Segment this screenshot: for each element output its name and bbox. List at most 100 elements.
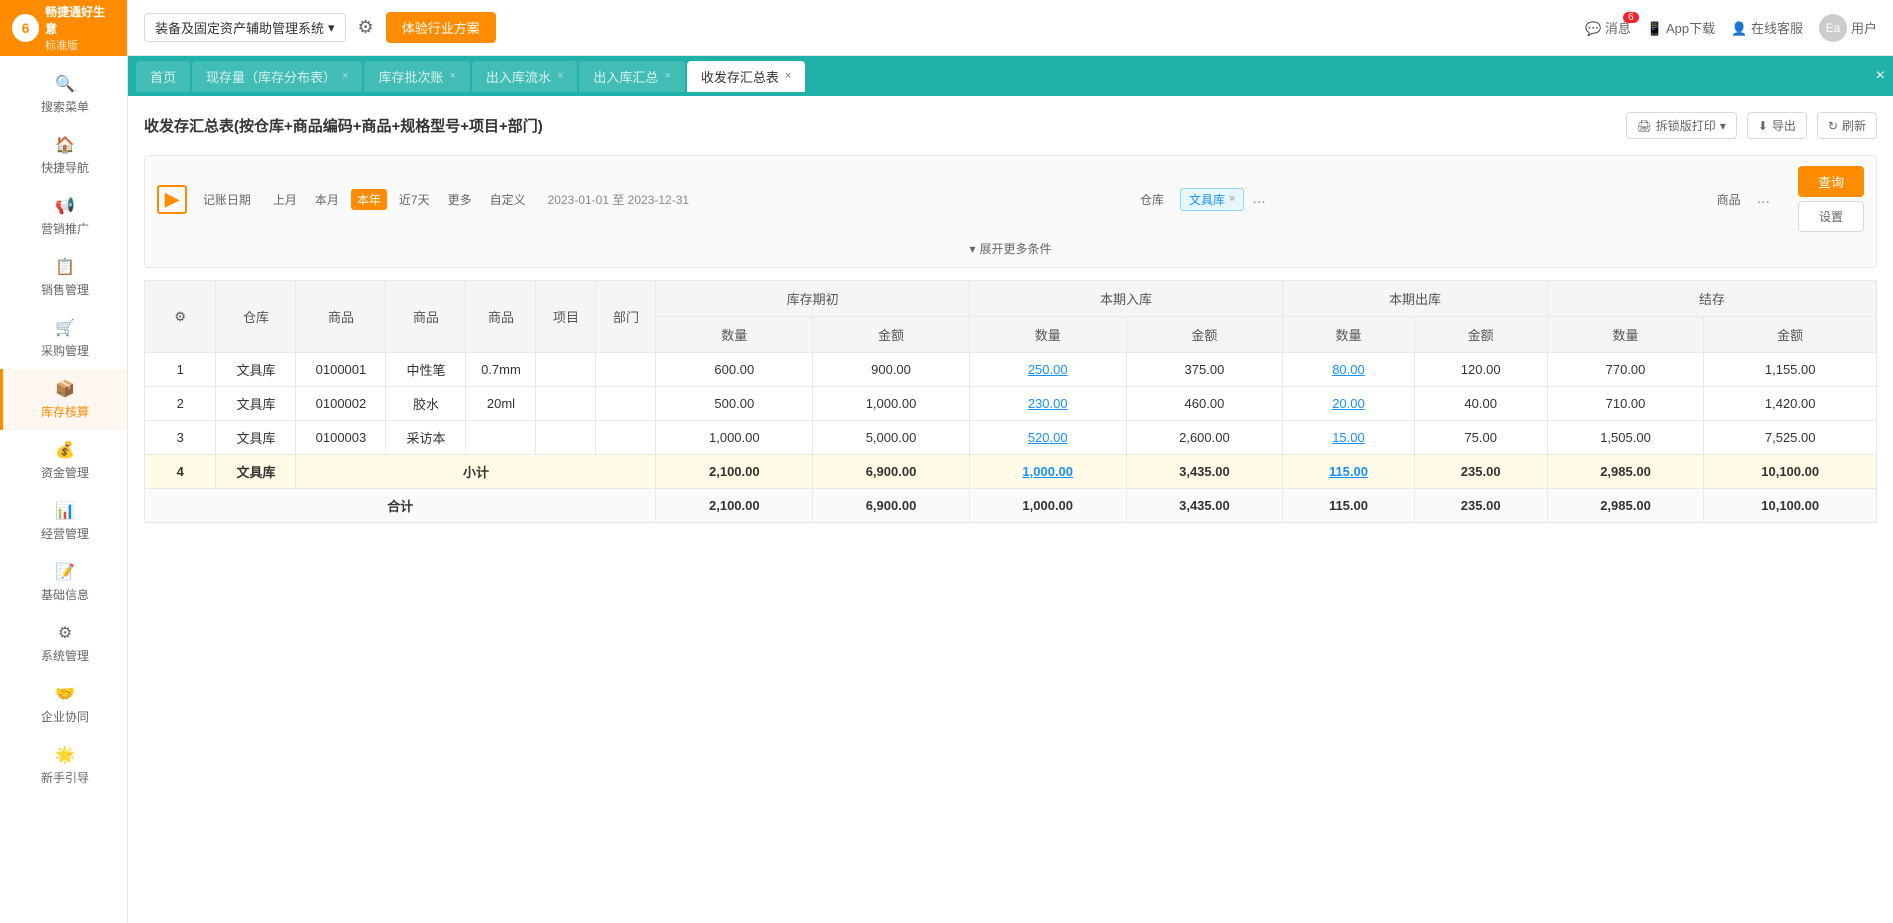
message-badge: 6 (1623, 12, 1639, 23)
warehouse-tag-close-icon[interactable]: × (1229, 193, 1235, 205)
goods-more-icon[interactable]: ... (1757, 190, 1770, 208)
filter-settings-button[interactable]: 设置 (1798, 201, 1864, 232)
tab-close-summary[interactable]: × (664, 70, 670, 82)
sidebar-item-quicknav[interactable]: 🏠快捷导航 (0, 125, 127, 186)
purchase-icon: 🛒 (55, 318, 75, 338)
content-area: 收发存汇总表(按仓库+商品编码+商品+规格型号+项目+部门) 🖨 拆锁版打印 ▾… (128, 96, 1893, 923)
row-out-qty[interactable]: 20.00 (1283, 387, 1414, 421)
trial-button[interactable]: 体验行业方案 (386, 12, 496, 43)
sidebar-item-system[interactable]: ⚙系统管理 (0, 613, 127, 674)
print-button[interactable]: 🖨 拆锁版打印 ▾ (1626, 112, 1737, 139)
row-in-amt: 375.00 (1126, 353, 1283, 387)
tab-batch[interactable]: 库存批次账 × (364, 61, 469, 92)
sidebar-item-search[interactable]: 🔍搜索菜单 (0, 64, 127, 125)
sidebar-item-label-guide: 新手引导 (41, 769, 89, 786)
warehouse-tag[interactable]: 文具库 × (1180, 188, 1244, 211)
sidebar: 6 畅捷通好生意 标准版 🔍搜索菜单🏠快捷导航📢营销推广📋销售管理🛒采购管理📦库… (0, 0, 128, 923)
sidebar-item-operation[interactable]: 📊经营管理 (0, 491, 127, 552)
tab-label-batch: 库存批次账 (378, 67, 443, 86)
project-col-header: 项目 (536, 281, 596, 353)
row-out-qty[interactable]: 15.00 (1283, 421, 1414, 455)
dept-col-header: 部门 (596, 281, 656, 353)
logo-icon: 6 (12, 14, 39, 42)
tab-home[interactable]: 首页 (136, 61, 190, 92)
sidebar-item-collab[interactable]: 🤝企业协同 (0, 674, 127, 735)
row-project (536, 387, 596, 421)
tab-close-recv-summary[interactable]: × (785, 70, 791, 82)
subtotal-init-amt: 6,900.00 (813, 455, 970, 489)
sidebar-item-label-collab: 企业协同 (41, 708, 89, 725)
row-in-qty[interactable]: 520.00 (969, 421, 1126, 455)
row-name: 中性笔 (386, 353, 466, 387)
tab-recv-summary[interactable]: 收发存汇总表× (687, 61, 805, 92)
tab-flow[interactable]: 出入库流水 × (472, 61, 577, 92)
date-option-btn[interactable]: 本月 (309, 189, 345, 210)
bal-qty-header: 数量 (1547, 317, 1704, 353)
row-init-qty: 600.00 (656, 353, 813, 387)
subtotal-out-amt: 235.00 (1414, 455, 1547, 489)
sidebar-item-base[interactable]: 📝基础信息 (0, 552, 127, 613)
table-row: 1 文具库 0100001 中性笔 0.7mm 600.00 900.00 25… (145, 353, 1877, 387)
expand-filter-button[interactable]: ▾ 展开更多条件 (969, 240, 1051, 257)
table-row: 2 文具库 0100002 胶水 20ml 500.00 1,000.00 23… (145, 387, 1877, 421)
export-icon: ⬇ (1758, 119, 1768, 133)
row-dept (596, 387, 656, 421)
warehouse-more-icon[interactable]: ... (1252, 190, 1265, 208)
row-no: 1 (145, 353, 216, 387)
row-in-amt: 460.00 (1126, 387, 1283, 421)
init-amt-header: 金额 (813, 317, 970, 353)
bal-amt-header: 金额 (1704, 317, 1877, 353)
subtotal-in-qty[interactable]: 1,000.00 (969, 455, 1126, 489)
sidebar-item-label-inventory: 库存核算 (41, 403, 89, 420)
page: 收发存汇总表(按仓库+商品编码+商品+规格型号+项目+部门) 🖨 拆锁版打印 ▾… (128, 96, 1893, 923)
system-dropdown[interactable]: 装备及固定资产辅助管理系统 ▾ (144, 13, 346, 42)
query-button[interactable]: 查询 (1798, 166, 1864, 197)
finance-icon: 💰 (55, 440, 75, 460)
sidebar-item-label-finance: 资金管理 (41, 464, 89, 481)
app-download-button[interactable]: 📱 App下载 (1647, 18, 1715, 37)
sidebar-nav: 🔍搜索菜单🏠快捷导航📢营销推广📋销售管理 🛒 采购管理 📦 库存核算 💰 资金管理 📊经营管理… (0, 56, 127, 923)
row-bal-amt: 1,420.00 (1704, 387, 1877, 421)
user-menu-button[interactable]: Ea 用户 (1819, 14, 1877, 42)
settings-col-header[interactable]: ⚙ (145, 281, 216, 353)
sidebar-item-sales[interactable]: 📋销售管理 (0, 247, 127, 308)
row-in-qty[interactable]: 230.00 (969, 387, 1126, 421)
total-label: 合计 (145, 489, 656, 523)
date-option-btn[interactable]: 自定义 (484, 189, 532, 210)
date-options: 上月本月本年近7天更多自定义 (267, 189, 532, 210)
sidebar-item-finance[interactable]: 💰 资金管理 (0, 430, 127, 491)
tab-close-inventory[interactable]: × (342, 70, 348, 82)
init-stock-header: 库存期初 (656, 281, 969, 317)
sidebar-item-inventory[interactable]: 📦 库存核算 (0, 369, 127, 430)
tab-close-batch[interactable]: × (449, 70, 455, 82)
tab-summary[interactable]: 出入库汇总× (579, 61, 684, 92)
row-out-qty[interactable]: 80.00 (1283, 353, 1414, 387)
refresh-button[interactable]: ↻ 刷新 (1817, 112, 1877, 139)
filter-arrow-icon[interactable]: ▶ (157, 185, 187, 214)
sidebar-item-label-purchase: 采购管理 (41, 342, 89, 359)
settings-icon[interactable]: ⚙ (358, 17, 374, 38)
date-option-btn[interactable]: 近7天 (393, 189, 436, 210)
tab-close-flow[interactable]: × (557, 70, 563, 82)
filter-row-1: ▶ 记账日期 上月本月本年近7天更多自定义 2023-01-01 至 2023-… (157, 166, 1864, 232)
date-option-btn[interactable]: 上月 (267, 189, 303, 210)
sidebar-item-guide[interactable]: 🌟新手引导 (0, 735, 127, 796)
inventory-icon: 📦 (55, 379, 75, 399)
subtotal-out-qty[interactable]: 115.00 (1283, 455, 1414, 489)
row-no: 2 (145, 387, 216, 421)
tab-inventory[interactable]: 现存量（库存分布表）× (192, 61, 362, 92)
export-button[interactable]: ⬇ 导出 (1747, 112, 1807, 139)
total-bal-amt: 10,100.00 (1704, 489, 1877, 523)
row-in-qty[interactable]: 250.00 (969, 353, 1126, 387)
dropdown-arrow-icon: ▾ (328, 20, 335, 36)
row-project (536, 421, 596, 455)
date-option-btn[interactable]: 更多 (442, 189, 478, 210)
close-all-tabs-button[interactable]: × (1876, 67, 1885, 85)
sidebar-item-purchase[interactable]: 🛒 采购管理 (0, 308, 127, 369)
message-button[interactable]: 💬 消息 6 (1585, 18, 1631, 37)
init-qty-header: 数量 (656, 317, 813, 353)
sidebar-item-marketing[interactable]: 📢营销推广 (0, 186, 127, 247)
tab-label-flow: 出入库流水 (486, 67, 551, 86)
date-option-btn[interactable]: 本年 (351, 189, 387, 210)
online-service-button[interactable]: 👤 在线客服 (1731, 18, 1803, 37)
